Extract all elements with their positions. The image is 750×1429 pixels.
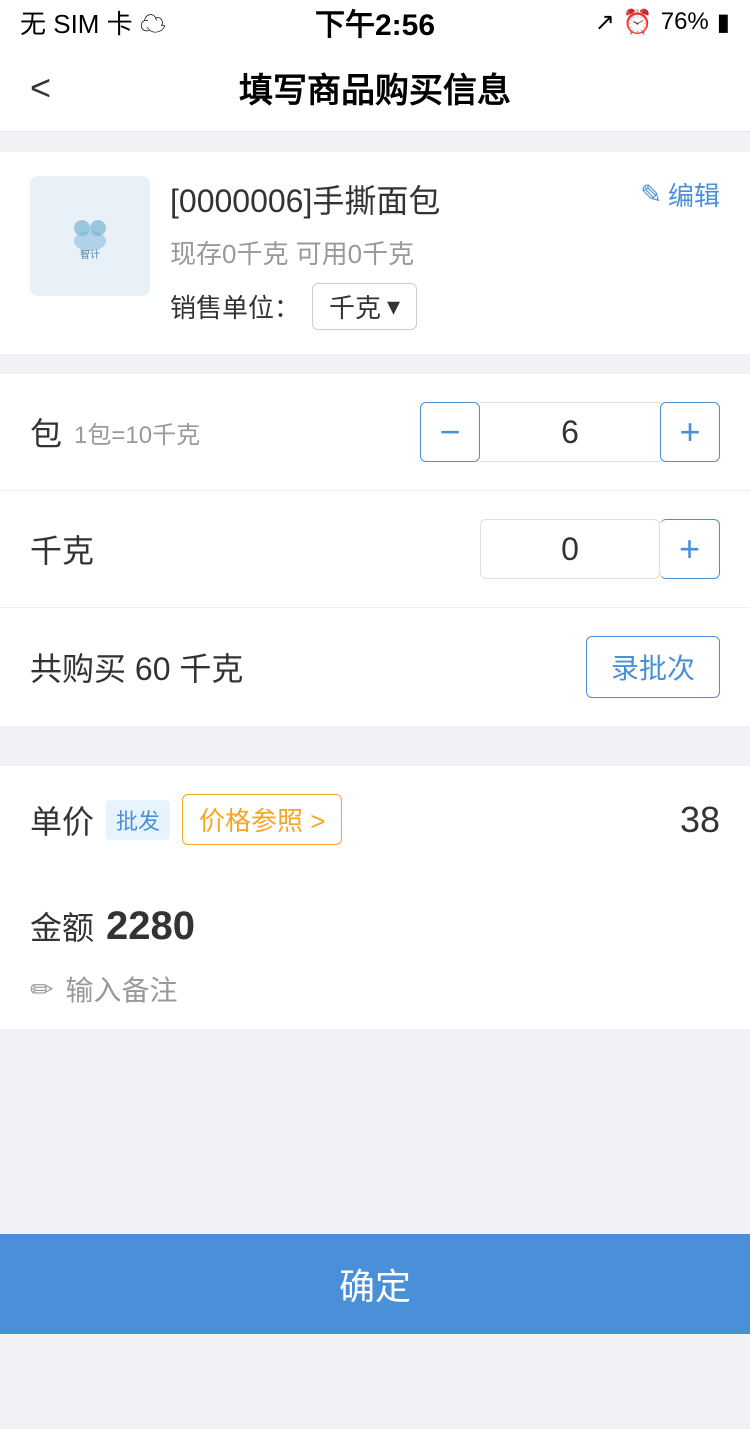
- status-left: 无 SIM 卡 ☁: [20, 4, 166, 41]
- remark-label: 输入备注: [65, 969, 177, 1009]
- price-label-group: 单价 批发 价格参照 >: [30, 794, 342, 845]
- unit-value: 千克: [329, 288, 381, 325]
- total-row: 共购买 60 千克 录批次: [0, 608, 750, 726]
- section-divider-1: [0, 354, 750, 374]
- price-section: 单价 批发 价格参照 > 38: [0, 766, 750, 873]
- bag-quantity-control: − +: [420, 402, 720, 462]
- price-row: 单价 批发 价格参照 > 38: [0, 766, 750, 873]
- nav-bar: < 填写商品购买信息: [0, 44, 750, 132]
- edit-button[interactable]: ✎ 编辑: [640, 176, 720, 213]
- total-label: 共购买 60 千克: [30, 644, 243, 690]
- page-title: 填写商品购买信息: [239, 63, 511, 112]
- amount-row: 金额 2280: [30, 903, 720, 949]
- product-stock: 现存0千克 可用0千克: [170, 234, 720, 271]
- edit-icon: ✎: [640, 179, 662, 210]
- unit-dropdown[interactable]: 千克 ▾: [312, 283, 417, 330]
- dropdown-arrow-icon: ▾: [387, 291, 400, 322]
- quantity-section: 包 1包=10千克 − + 千克 + 共购买 60 千克 录批次: [0, 374, 750, 726]
- product-unit-row: 销售单位： 千克 ▾: [170, 283, 720, 330]
- confirm-button[interactable]: 确定: [0, 1234, 750, 1334]
- product-card: 智计 [0000006]手撕面包 ✎ 编辑 现存0千克 可用0千克 销售单位： …: [0, 152, 750, 354]
- kg-increment-button[interactable]: +: [660, 519, 720, 579]
- price-ref-button[interactable]: 价格参照 >: [182, 794, 342, 845]
- kg-quantity-row: 千克 +: [0, 491, 750, 608]
- bag-quantity-input[interactable]: [480, 402, 660, 462]
- bag-quantity-row: 包 1包=10千克 − +: [0, 374, 750, 491]
- price-label: 单价: [30, 797, 94, 843]
- kg-quantity-input[interactable]: [480, 519, 660, 579]
- svg-text:智计: 智计: [80, 248, 100, 261]
- amount-value: 2280: [106, 904, 195, 949]
- battery-label: 76%: [661, 8, 709, 36]
- alarm-icon: ⏰: [623, 8, 653, 37]
- battery-icon: ▮: [717, 8, 730, 37]
- status-bar: 无 SIM 卡 ☁ 下午2:56 ↗ ⏰ 76% ▮: [0, 0, 750, 44]
- remark-row[interactable]: ✏ 输入备注: [30, 969, 720, 1009]
- kg-label: 千克: [30, 526, 94, 572]
- amount-label: 金额: [30, 903, 94, 949]
- kg-quantity-control: +: [480, 519, 720, 579]
- product-info: [0000006]手撕面包 ✎ 编辑 现存0千克 可用0千克 销售单位： 千克 …: [170, 176, 720, 330]
- amount-section: 金额 2280 ✏ 输入备注: [0, 873, 750, 1029]
- status-time: 下午2:56: [315, 0, 435, 44]
- record-batch-button[interactable]: 录批次: [586, 636, 720, 698]
- section-divider-2: [0, 726, 750, 746]
- product-name: [0000006]手撕面包: [170, 176, 440, 222]
- price-value: 38: [680, 799, 720, 841]
- sim-label: 无 SIM 卡 ☁: [20, 9, 166, 39]
- bottom-filler: [0, 1029, 750, 1429]
- status-right: ↗ ⏰ 76% ▮: [595, 8, 730, 37]
- back-button[interactable]: <: [30, 67, 51, 109]
- location-icon: ↗: [595, 8, 615, 37]
- product-image: 智计: [30, 176, 150, 296]
- unit-label: 销售单位：: [170, 288, 300, 325]
- remark-icon: ✏: [30, 973, 53, 1006]
- bag-hint: 1包=10千克: [74, 415, 200, 450]
- price-tag: 批发: [106, 800, 170, 840]
- bag-label: 包: [30, 409, 62, 455]
- bag-increment-button[interactable]: +: [660, 402, 720, 462]
- bag-decrement-button[interactable]: −: [420, 402, 480, 462]
